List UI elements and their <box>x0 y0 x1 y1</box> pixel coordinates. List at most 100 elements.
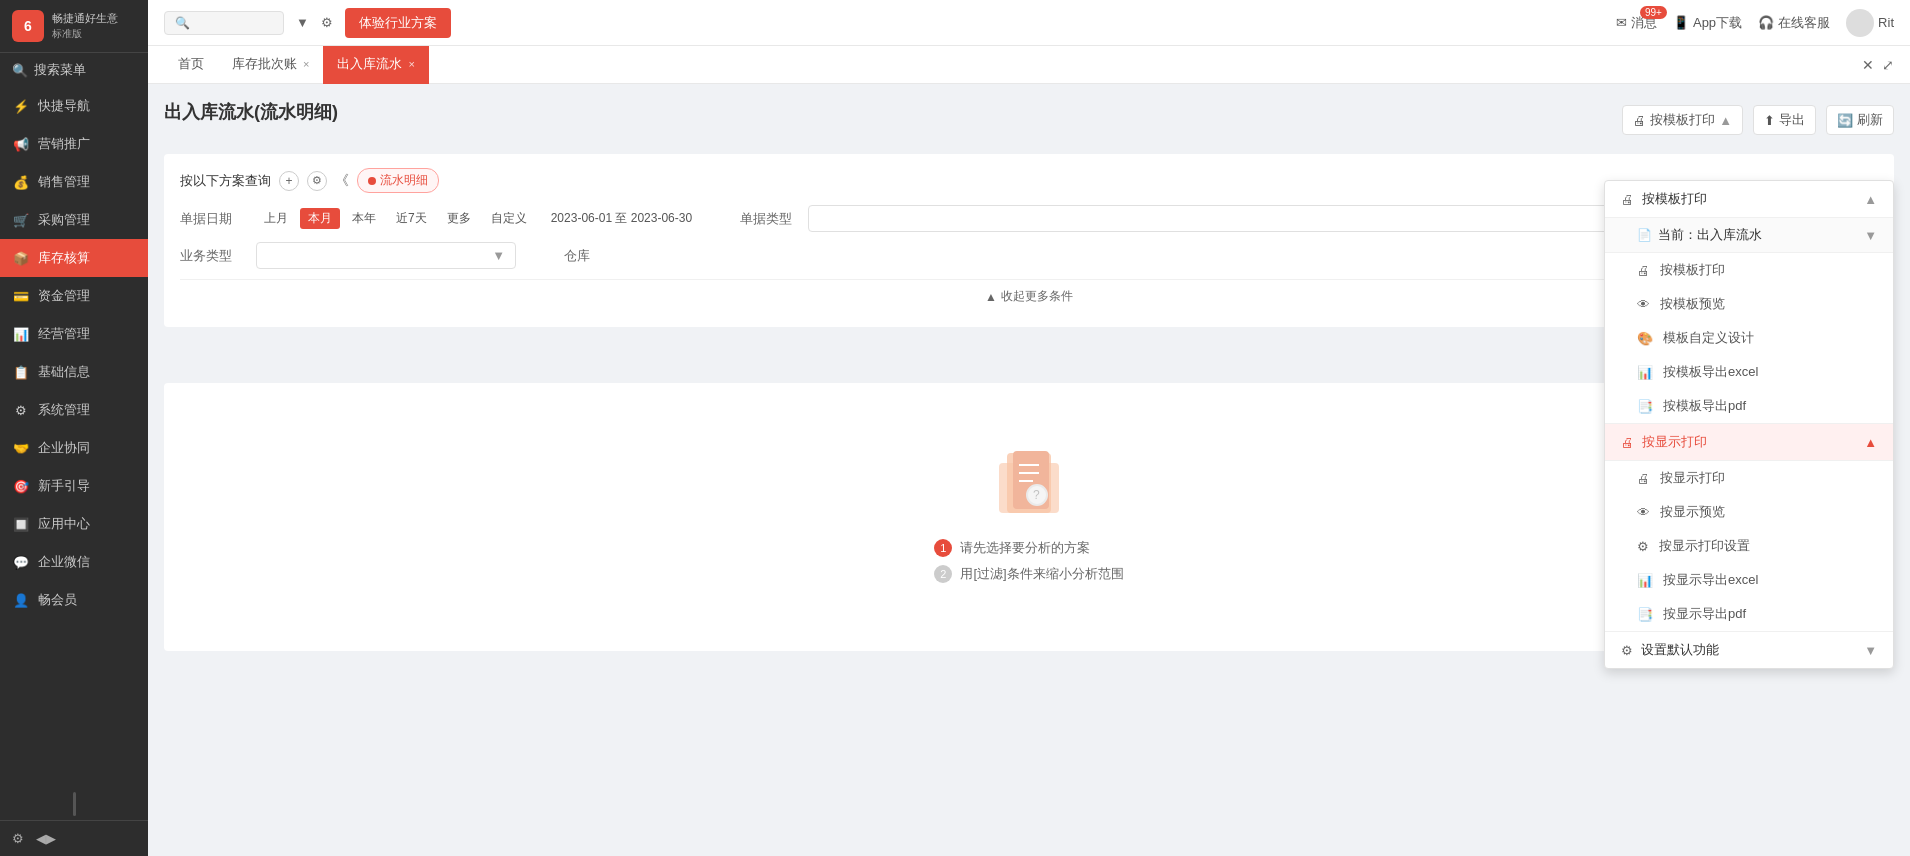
tab-batch-ledger-label: 库存批次账 <box>232 55 297 73</box>
date-tab-last-month[interactable]: 上月 <box>256 208 296 229</box>
sidebar-item-appcenter[interactable]: 🔲 应用中心 <box>0 505 148 543</box>
tab-batch-ledger-close[interactable]: × <box>303 58 309 70</box>
date-tab-last7days[interactable]: 近7天 <box>388 208 435 229</box>
tabbar: 首页 库存批次账 × 出入库流水 × ✕ ⤢ <box>148 46 1910 84</box>
empty-steps: 1 请先选择要分析的方案 2 用[过滤]条件来缩小分析范围 <box>934 539 1123 591</box>
sidebar-item-finance[interactable]: 💳 资金管理 <box>0 277 148 315</box>
dp-display-preview-label: 按显示预览 <box>1660 503 1725 521</box>
dp-item-display-preview[interactable]: 👁 按显示预览 <box>1605 495 1893 529</box>
excel-icon: 📊 <box>1637 365 1653 380</box>
dropdown-panel: 🖨 按模板打印 ▲ 📄 当前：出入库流水 ▼ 🖨 <box>1604 180 1894 669</box>
sidebar-item-purchase[interactable]: 🛒 采购管理 <box>0 201 148 239</box>
tab-batch-ledger[interactable]: 库存批次账 × <box>218 46 323 84</box>
business-type-select[interactable]: ▼ <box>256 242 516 269</box>
trial-btn[interactable]: 体验行业方案 <box>345 8 451 38</box>
filter-add-btn[interactable]: + <box>279 171 299 191</box>
topbar-gear-icon[interactable]: ⚙ <box>321 15 333 30</box>
dp-set-default[interactable]: ⚙ 设置默认功能 ▼ <box>1605 632 1893 668</box>
sidebar-search[interactable]: 🔍 搜索菜单 <box>0 53 148 87</box>
app-download-btn[interactable]: 📱 App下载 <box>1673 14 1742 32</box>
display-print-icon-s: 🖨 <box>1637 471 1650 486</box>
sidebar-item-system[interactable]: ⚙ 系统管理 <box>0 391 148 429</box>
export-btn[interactable]: ⬆ 导出 <box>1753 105 1816 135</box>
app-logo-icon: 6 <box>12 10 44 42</box>
sidebar-item-inventory[interactable]: 📦 库存核算 <box>0 239 148 277</box>
template-print-btn[interactable]: 🖨 按模板打印 ▲ <box>1622 105 1743 135</box>
dp-item-template-preview[interactable]: 👁 按模板预览 <box>1605 287 1893 321</box>
topbar-search-box[interactable]: 🔍 <box>164 11 284 35</box>
step-2-text: 用[过滤]条件来缩小分析范围 <box>960 565 1123 583</box>
dp-item-display-print[interactable]: 🖨 按显示打印 <box>1605 461 1893 495</box>
tab-expand-icon[interactable]: ⤢ <box>1882 57 1894 73</box>
display-excel-icon: 📊 <box>1637 573 1653 588</box>
refresh-btn[interactable]: 🔄 刷新 <box>1826 105 1894 135</box>
online-service-btn[interactable]: 🎧 在线客服 <box>1758 14 1830 32</box>
step-1-num: 1 <box>934 539 952 557</box>
dp-template-customize-label: 模板自定义设计 <box>1663 329 1754 347</box>
sidebar-item-label: 系统管理 <box>38 401 90 419</box>
dp-main-header[interactable]: 🖨 按模板打印 ▲ <box>1605 181 1893 218</box>
sidebar-item-wechat[interactable]: 💬 企业微信 <box>0 543 148 581</box>
date-tab-more[interactable]: 更多 <box>439 208 479 229</box>
filter-collapse-btn[interactable]: 《 <box>335 172 349 190</box>
flow-tag[interactable]: 流水明细 <box>357 168 439 193</box>
date-range-text: 2023-06-01 至 2023-06-30 <box>551 210 692 227</box>
date-tab-custom[interactable]: 自定义 <box>483 208 535 229</box>
dp-item-display-excel[interactable]: 📊 按显示导出excel <box>1605 563 1893 597</box>
date-tab-this-month[interactable]: 本月 <box>300 208 340 229</box>
dp-main-header-label: 按模板打印 <box>1642 190 1707 208</box>
empty-state-icon: ? <box>989 443 1069 523</box>
display-print-icon: 🖨 <box>1621 435 1634 450</box>
sidebar-item-quick-nav[interactable]: ⚡ 快捷导航 <box>0 87 148 125</box>
dp-item-template-excel[interactable]: 📊 按模板导出excel <box>1605 355 1893 389</box>
doc-type-label: 单据类型 <box>740 210 792 228</box>
date-tab-this-year[interactable]: 本年 <box>344 208 384 229</box>
sidebar-item-guide[interactable]: 🎯 新手引导 <box>0 467 148 505</box>
dp-current-arrow: ▼ <box>1864 228 1877 243</box>
app-download-label: App下载 <box>1693 14 1742 32</box>
topbar-dropdown-arrow[interactable]: ▼ <box>296 15 309 30</box>
tab-flow-close[interactable]: × <box>408 58 414 70</box>
sidebar-item-label: 库存核算 <box>38 249 90 267</box>
display-preview-icon: 👁 <box>1637 505 1650 520</box>
display-pdf-icon: 📑 <box>1637 607 1653 622</box>
filter-settings-btn[interactable]: ⚙ <box>307 171 327 191</box>
dp-display-header-arrow: ▲ <box>1864 435 1877 450</box>
dp-main-header-arrow: ▲ <box>1864 192 1877 207</box>
dp-item-display-print-settings[interactable]: ⚙ 按显示打印设置 <box>1605 529 1893 563</box>
system-icon: ⚙ <box>12 401 30 419</box>
tab-home[interactable]: 首页 <box>164 46 218 84</box>
dp-item-display-pdf[interactable]: 📑 按显示导出pdf <box>1605 597 1893 631</box>
dp-template-section: 🖨 按模板打印 👁 按模板预览 🎨 模板自定义设计 📊 按模板导出excel <box>1605 253 1893 424</box>
sidebar-item-collab[interactable]: 🤝 企业协同 <box>0 429 148 467</box>
sidebar-item-label: 新手引导 <box>38 477 90 495</box>
dp-item-template-customize[interactable]: 🎨 模板自定义设计 <box>1605 321 1893 355</box>
settings-icon[interactable]: ⚙ <box>12 831 24 846</box>
tab-flow[interactable]: 出入库流水 × <box>323 46 428 84</box>
default-fn-icon: ⚙ <box>1621 643 1633 658</box>
sidebar: 6 畅捷通好生意 标准版 🔍 搜索菜单 ⚡ 快捷导航 📢 营销推广 💰 销售管理 <box>0 0 148 856</box>
dp-item-template-pdf[interactable]: 📑 按模板导出pdf <box>1605 389 1893 423</box>
finance-icon: 💳 <box>12 287 30 305</box>
sidebar-item-operation[interactable]: 📊 经营管理 <box>0 315 148 353</box>
dp-current-template[interactable]: 📄 当前：出入库流水 ▼ <box>1605 218 1893 253</box>
sidebar-item-member[interactable]: 👤 畅会员 <box>0 581 148 619</box>
sales-icon: 💰 <box>12 173 30 191</box>
flow-tag-text: 流水明细 <box>380 172 428 189</box>
user-avatar[interactable]: Rit <box>1846 9 1894 37</box>
collapse-sidebar-icon[interactable]: ◀▶ <box>36 831 56 846</box>
message-btn[interactable]: ✉ 消息 99+ <box>1616 14 1657 32</box>
sidebar-item-sales[interactable]: 💰 销售管理 <box>0 163 148 201</box>
headset-icon: 🎧 <box>1758 15 1774 30</box>
tab-home-label: 首页 <box>178 55 204 73</box>
dp-display-header[interactable]: 🖨 按显示打印 ▲ <box>1605 424 1893 461</box>
inventory-icon: 📦 <box>12 249 30 267</box>
sidebar-item-basic[interactable]: 📋 基础信息 <box>0 353 148 391</box>
mobile-icon: 📱 <box>1673 15 1689 30</box>
sidebar-item-label: 资金管理 <box>38 287 90 305</box>
quick-nav-icon: ⚡ <box>12 97 30 115</box>
dp-item-template-print[interactable]: 🖨 按模板打印 <box>1605 253 1893 287</box>
app-version: 标准版 <box>52 27 118 41</box>
tab-close-all-icon[interactable]: ✕ <box>1862 57 1874 73</box>
sidebar-item-marketing[interactable]: 📢 营销推广 <box>0 125 148 163</box>
